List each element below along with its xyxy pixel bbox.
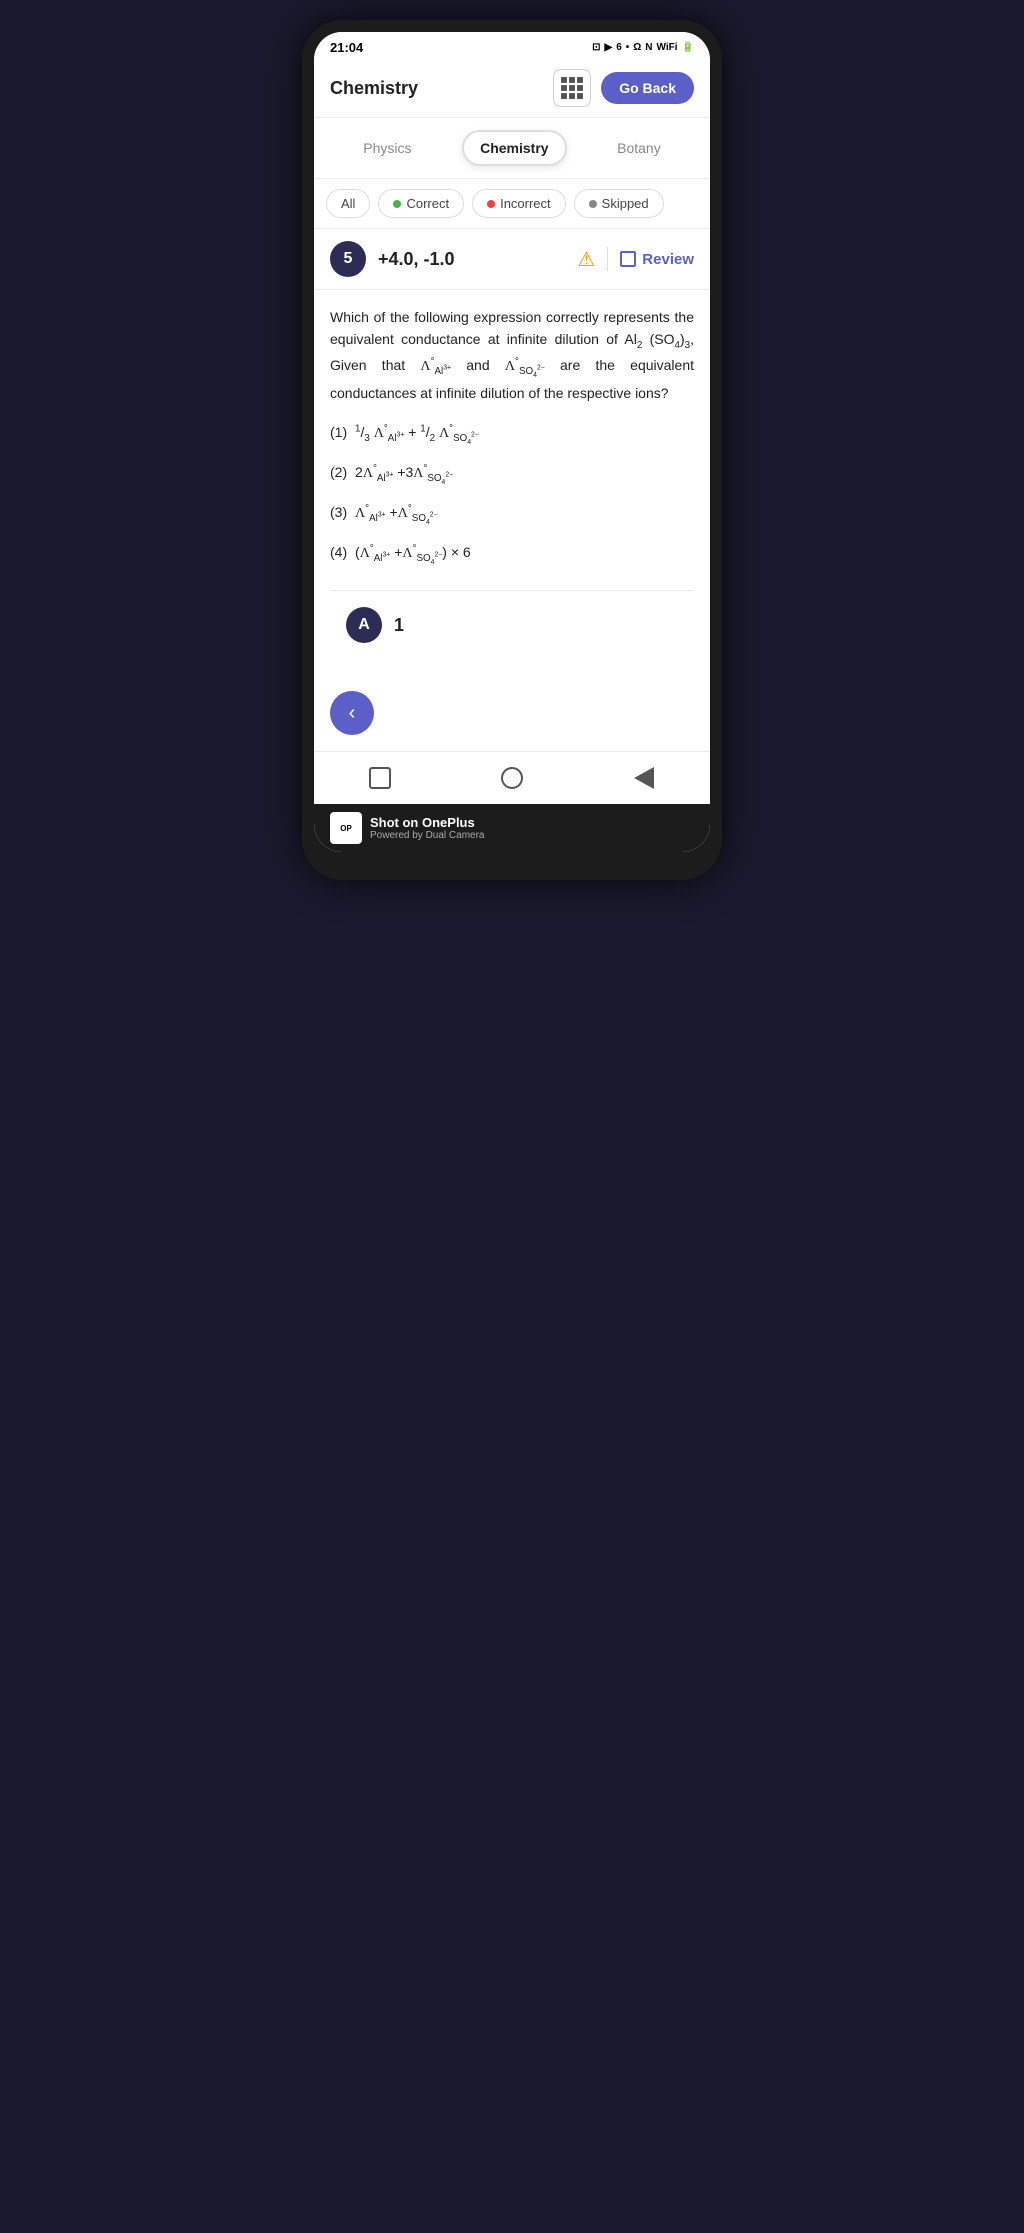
tab-physics[interactable]: Physics: [347, 132, 427, 164]
nav-square-button[interactable]: [364, 762, 396, 794]
question-number: 5: [344, 250, 353, 268]
network-icon: N: [645, 42, 652, 53]
option-2-label: (2): [330, 464, 347, 480]
tab-botany-label: Botany: [617, 140, 661, 156]
dot-7: [561, 93, 567, 99]
status-bar: 21:04 ⊡ ▶ 6 • Ω N WiFi 🔋: [314, 32, 710, 59]
nav-bar: [314, 751, 710, 804]
dot-9: [577, 93, 583, 99]
filter-skipped[interactable]: Skipped: [574, 189, 664, 218]
play-icon: ▶: [604, 42, 612, 53]
oneplus-logo-icon: OP: [330, 812, 362, 844]
tab-physics-label: Physics: [363, 140, 411, 156]
score-row: 5 +4.0, -1.0 ⚠ Review: [314, 229, 710, 290]
dot-6: [577, 85, 583, 91]
option-4-label: (4): [330, 544, 347, 560]
filter-skipped-label: Skipped: [602, 196, 649, 211]
dot-4: [561, 85, 567, 91]
watermark-line2: Powered by Dual Camera: [370, 830, 485, 841]
answer-badge: A: [346, 607, 382, 643]
square-icon: [369, 767, 391, 789]
go-back-button[interactable]: Go Back: [601, 72, 694, 104]
status-icons: ⊡ ▶ 6 • Ω N WiFi 🔋: [592, 42, 694, 53]
dot-1: [561, 77, 567, 83]
filter-bar: All Correct Incorrect Skipped: [314, 179, 710, 229]
app-header: Chemistry Go Back: [314, 59, 710, 118]
dot-3: [577, 77, 583, 83]
filter-all-label: All: [341, 196, 355, 211]
review-label: Review: [642, 251, 694, 268]
skipped-dot-icon: [589, 200, 597, 208]
chevron-left-icon: ‹: [349, 702, 356, 725]
back-button-row: ‹: [314, 681, 710, 751]
review-button[interactable]: Review: [620, 251, 694, 268]
grid-dots-icon: [561, 77, 583, 99]
option-2-content: 2Λ°Al3+ +3Λ°SO42−: [355, 464, 453, 480]
incorrect-dot-icon: [487, 200, 495, 208]
filter-incorrect[interactable]: Incorrect: [472, 189, 566, 218]
dot-8: [569, 93, 575, 99]
dot-icon: •: [626, 42, 630, 53]
option-3[interactable]: (3) Λ°Al3+ +Λ°SO42−: [330, 500, 694, 530]
review-square-icon: [620, 251, 636, 267]
option-3-content: Λ°Al3+ +Λ°SO42−: [355, 504, 438, 520]
phone-screen: 21:04 ⊡ ▶ 6 • Ω N WiFi 🔋 Chemistry: [314, 32, 710, 852]
question-text: Which of the following expression correc…: [330, 306, 694, 404]
triangle-icon: [634, 767, 654, 789]
answer-value: 1: [394, 615, 404, 636]
tab-chemistry-label: Chemistry: [480, 140, 548, 156]
dot-2: [569, 77, 575, 83]
answer-section: A 1: [330, 590, 694, 659]
header-right: Go Back: [553, 69, 694, 107]
question-number-badge: 5: [330, 241, 366, 277]
answer-badge-label: A: [358, 616, 370, 634]
signal-icon: 6: [616, 42, 622, 53]
option-4[interactable]: (4) (Λ°Al3+ +Λ°SO42−) × 6: [330, 540, 694, 570]
dot-5: [569, 85, 575, 91]
watermark: OP Shot on OnePlus Powered by Dual Camer…: [314, 804, 710, 852]
circle-icon: [501, 767, 523, 789]
back-circle-button[interactable]: ‹: [330, 691, 374, 735]
option-1[interactable]: (1) 1/3 Λ°Al3+ + 1/2 Λ°SO42−: [330, 420, 694, 450]
wifi-icon: WiFi: [657, 42, 678, 53]
watermark-text: Shot on OnePlus Powered by Dual Camera: [370, 815, 485, 841]
option-1-content: 1/3 Λ°Al3+ + 1/2 Λ°SO42−: [355, 424, 479, 440]
score-value: +4.0, -1.0: [378, 249, 565, 270]
option-2[interactable]: (2) 2Λ°Al3+ +3Λ°SO42−: [330, 460, 694, 490]
option-4-content: (Λ°Al3+ +Λ°SO42−) × 6: [355, 544, 471, 560]
warning-icon: ⚠: [577, 247, 595, 272]
battery-icon: 🔋: [682, 42, 694, 53]
tab-navigation: Physics Chemistry Botany: [314, 118, 710, 179]
record-icon: ⊡: [592, 42, 600, 53]
filter-incorrect-label: Incorrect: [500, 196, 551, 211]
status-time: 21:04: [330, 40, 363, 55]
filter-correct-label: Correct: [406, 196, 449, 211]
question-content: Which of the following expression correc…: [314, 290, 710, 681]
nav-home-button[interactable]: [496, 762, 528, 794]
correct-dot-icon: [393, 200, 401, 208]
options-list: (1) 1/3 Λ°Al3+ + 1/2 Λ°SO42− (2) 2Λ°Al3+…: [330, 420, 694, 570]
tab-botany[interactable]: Botany: [601, 132, 677, 164]
header-title: Chemistry: [330, 78, 418, 99]
tab-chemistry[interactable]: Chemistry: [462, 130, 566, 166]
nav-back-button[interactable]: [628, 762, 660, 794]
grid-menu-button[interactable]: [553, 69, 591, 107]
filter-correct[interactable]: Correct: [378, 189, 464, 218]
filter-all[interactable]: All: [326, 189, 370, 218]
phone-frame: 21:04 ⊡ ▶ 6 • Ω N WiFi 🔋 Chemistry: [302, 20, 722, 880]
watermark-line1: Shot on OnePlus: [370, 815, 485, 830]
option-1-label: (1): [330, 424, 347, 440]
alarm-icon: Ω: [633, 42, 641, 53]
option-3-label: (3): [330, 504, 347, 520]
vertical-divider: [607, 247, 608, 271]
